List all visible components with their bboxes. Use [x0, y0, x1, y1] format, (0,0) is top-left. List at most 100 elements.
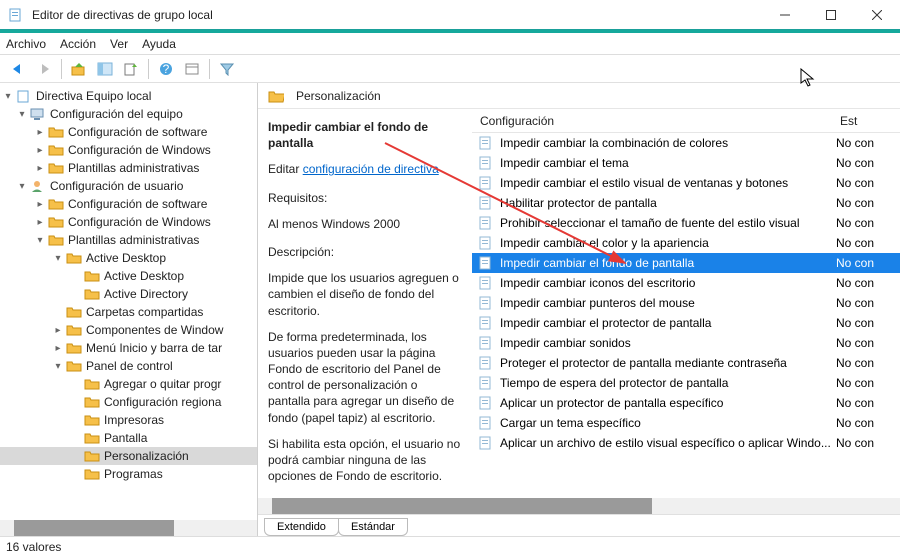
tree-item[interactable]: Programas: [0, 465, 257, 483]
tree-root[interactable]: ▾ Directiva Equipo local: [0, 87, 257, 105]
list-item-label: Impedir cambiar el protector de pantalla: [500, 316, 711, 330]
tree-item[interactable]: Active Desktop: [0, 267, 257, 285]
list-item-state: No con: [832, 316, 900, 330]
policy-title: Impedir cambiar el fondo de pantalla: [268, 119, 462, 151]
list-item-label: Impedir cambiar el estilo visual de vent…: [500, 176, 788, 190]
tree-item[interactable]: Pantalla: [0, 429, 257, 447]
list-row[interactable]: Prohibir seleccionar el tamaño de fuente…: [472, 213, 900, 233]
policy-item-icon: [478, 236, 494, 250]
tree-active-desktop[interactable]: ▾Active Desktop: [0, 249, 257, 267]
tree-hscroll-thumb[interactable]: [14, 520, 174, 536]
help-button[interactable]: ?: [154, 57, 178, 81]
edit-policy-link[interactable]: configuración de directiva: [303, 162, 439, 176]
view-tabs: Extendido Estándar: [258, 514, 900, 536]
close-button[interactable]: [854, 0, 900, 30]
tree-item[interactable]: ▸Componentes de Window: [0, 321, 257, 339]
policy-item-icon: [478, 356, 494, 370]
tree-item[interactable]: Active Directory: [0, 285, 257, 303]
list-item-state: No con: [832, 296, 900, 310]
list-row[interactable]: Aplicar un archivo de estilo visual espe…: [472, 433, 900, 453]
list-row[interactable]: Habilitar protector de pantallaNo con: [472, 193, 900, 213]
tree-item[interactable]: ▸Configuración de Windows: [0, 141, 257, 159]
tree-item[interactable]: Agregar o quitar progr: [0, 375, 257, 393]
minimize-button[interactable]: [762, 0, 808, 30]
tree-computer-config[interactable]: ▾ Configuración del equipo: [0, 105, 257, 123]
list-item-state: No con: [832, 416, 900, 430]
folder-icon: [84, 395, 100, 409]
filter-button[interactable]: [215, 57, 239, 81]
list-row[interactable]: Impedir cambiar la combinación de colore…: [472, 133, 900, 153]
list-header: Configuración Est: [472, 109, 900, 133]
folder-icon: [66, 341, 82, 355]
col-state[interactable]: Est: [832, 114, 865, 128]
back-button[interactable]: [6, 57, 30, 81]
policy-item-icon: [478, 396, 494, 410]
list-row-selected[interactable]: Impedir cambiar el fondo de pantallaNo c…: [472, 253, 900, 273]
folder-icon: [48, 143, 64, 157]
tree-user-config[interactable]: ▾ Configuración de usuario: [0, 177, 257, 195]
tree-item[interactable]: Configuración regiona: [0, 393, 257, 411]
forward-button[interactable]: [32, 57, 56, 81]
tab-extended[interactable]: Extendido: [264, 518, 339, 536]
list-row[interactable]: Impedir cambiar punteros del mouse No con: [472, 293, 900, 313]
folder-icon: [66, 359, 82, 373]
tree-item[interactable]: Carpetas compartidas: [0, 303, 257, 321]
tree-item[interactable]: ▸Configuración de software: [0, 123, 257, 141]
tree-item[interactable]: ▸Plantillas administrativas: [0, 159, 257, 177]
properties-button[interactable]: [180, 57, 204, 81]
list-row[interactable]: Impedir cambiar el color y la apariencia…: [472, 233, 900, 253]
list-row[interactable]: Proteger el protector de pantalla median…: [472, 353, 900, 373]
tree-item[interactable]: ▸Configuración de Windows: [0, 213, 257, 231]
col-configuration[interactable]: Configuración: [472, 114, 832, 128]
show-hide-tree-button[interactable]: [93, 57, 117, 81]
tree-item[interactable]: Impresoras: [0, 411, 257, 429]
folder-icon: [48, 125, 64, 139]
list-row[interactable]: Tiempo de espera del protector de pantal…: [472, 373, 900, 393]
menu-accion[interactable]: Acción: [60, 37, 96, 51]
list-item-label: Impedir cambiar el color y la apariencia: [500, 236, 709, 250]
maximize-button[interactable]: [808, 0, 854, 30]
menu-ver[interactable]: Ver: [110, 37, 128, 51]
list-item-state: No con: [832, 356, 900, 370]
list-item-state: No con: [832, 276, 900, 290]
folder-icon: [84, 449, 100, 463]
list-row[interactable]: Impedir cambiar el estilo visual de vent…: [472, 173, 900, 193]
tree-control-panel[interactable]: ▾Panel de control: [0, 357, 257, 375]
export-button[interactable]: [119, 57, 143, 81]
list-row[interactable]: Cargar un tema específicoNo con: [472, 413, 900, 433]
breadcrumb-label: Personalización: [296, 89, 381, 103]
right-pane: Personalización Impedir cambiar el fondo…: [258, 83, 900, 536]
list-body[interactable]: Impedir cambiar la combinación de colore…: [472, 133, 900, 514]
folder-icon: [48, 197, 64, 211]
list-item-label: Impedir cambiar la combinación de colore…: [500, 136, 728, 150]
right-hscroll-thumb[interactable]: [272, 498, 652, 514]
list-item-label: Impedir cambiar punteros del mouse: [500, 296, 695, 310]
tab-standard[interactable]: Estándar: [338, 518, 408, 536]
list-row[interactable]: Impedir cambiar iconos del escritorio No …: [472, 273, 900, 293]
list-item-label: Impedir cambiar iconos del escritorio: [500, 276, 695, 290]
list-row[interactable]: Impedir cambiar sonidosNo con: [472, 333, 900, 353]
list-item-state: No con: [832, 436, 900, 450]
titlebar: Editor de directivas de grupo local: [0, 0, 900, 30]
tree-item[interactable]: ▸Configuración de software: [0, 195, 257, 213]
requirements-label: Requisitos:: [268, 190, 462, 206]
requirements-value: Al menos Windows 2000: [268, 216, 462, 232]
tree-hscrollbar[interactable]: [0, 520, 257, 536]
list-row[interactable]: Impedir cambiar el protector de pantalla…: [472, 313, 900, 333]
folder-icon: [48, 161, 64, 175]
toolbar: ?: [0, 55, 900, 83]
up-button[interactable]: [67, 57, 91, 81]
menu-ayuda[interactable]: Ayuda: [142, 37, 176, 51]
tree-item[interactable]: ▸Menú Inicio y barra de tar: [0, 339, 257, 357]
list-item-state: No con: [832, 156, 900, 170]
right-hscrollbar[interactable]: [258, 498, 900, 514]
menu-archivo[interactable]: Archivo: [6, 37, 46, 51]
folder-icon: [66, 251, 82, 265]
list-row[interactable]: Aplicar un protector de pantalla específ…: [472, 393, 900, 413]
tree-admin-templates[interactable]: ▾Plantillas administrativas: [0, 231, 257, 249]
list-item-label: Proteger el protector de pantalla median…: [500, 356, 787, 370]
tree-item-selected[interactable]: Personalización: [0, 447, 257, 465]
tree[interactable]: ▾ Directiva Equipo local ▾ Configuración…: [0, 83, 257, 487]
list-row[interactable]: Impedir cambiar el temaNo con: [472, 153, 900, 173]
list-item-state: No con: [832, 376, 900, 390]
